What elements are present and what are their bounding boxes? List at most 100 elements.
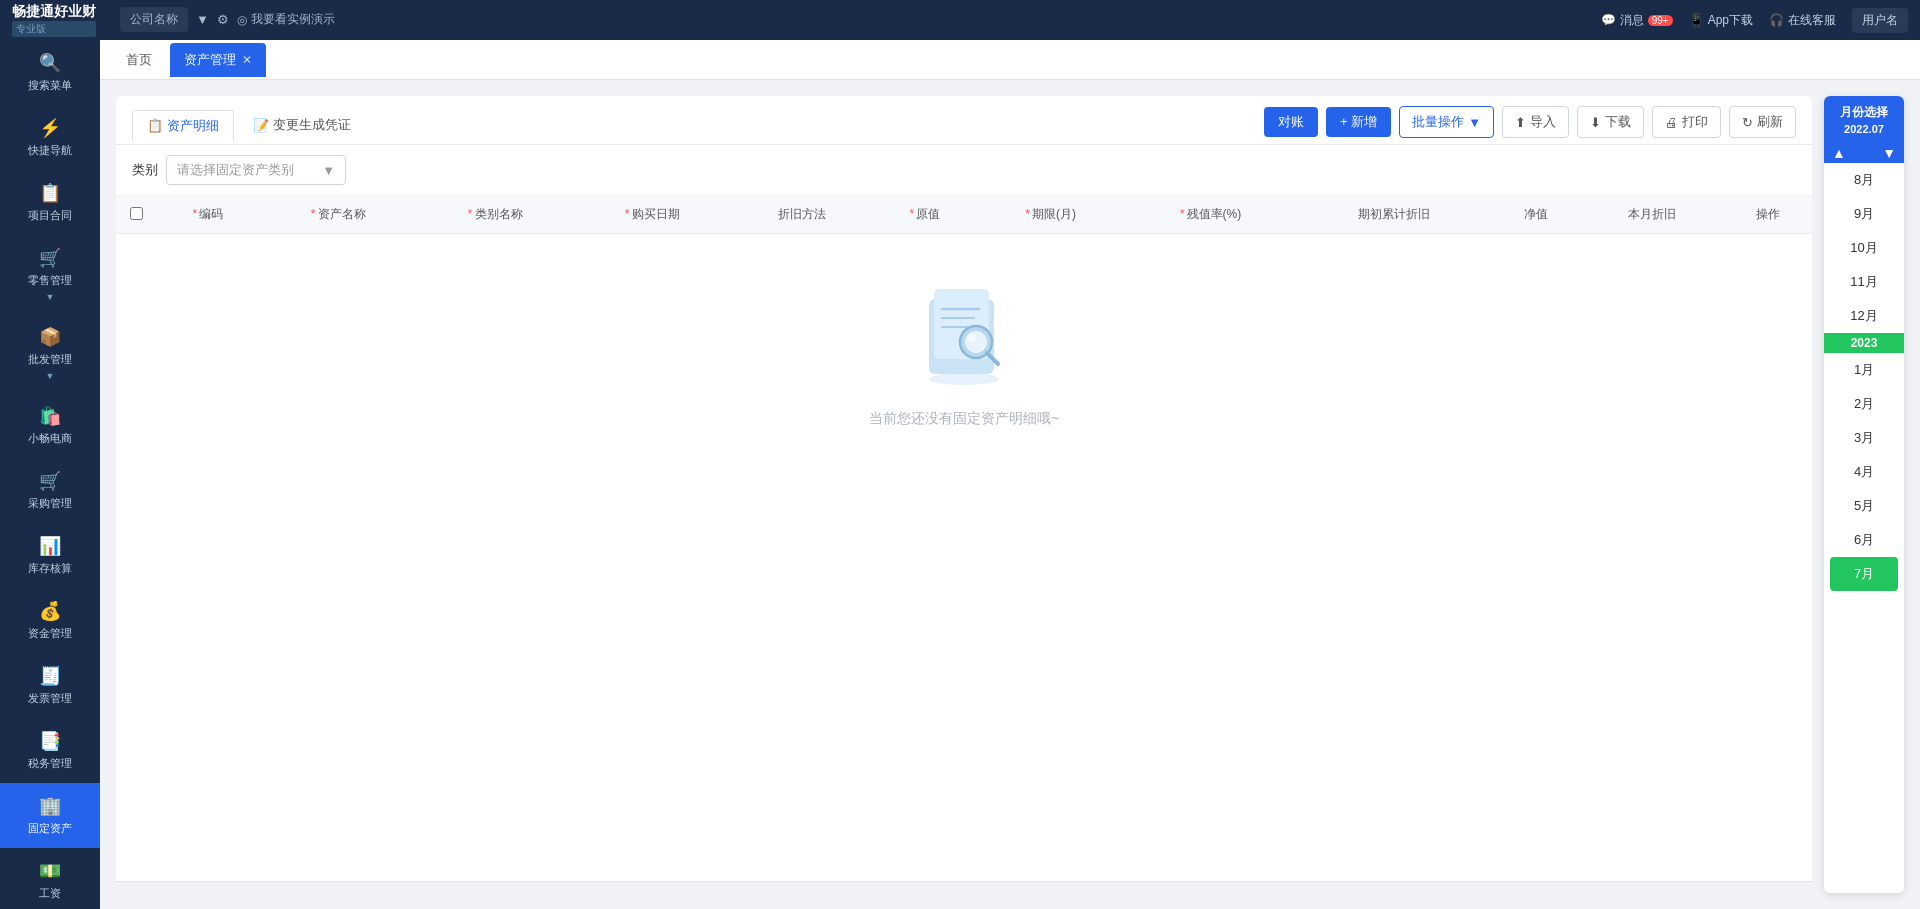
retail-icon: 🛒 [39,247,61,269]
batch-button[interactable]: 批量操作 ▼ [1399,106,1494,138]
change-voucher-icon: 📝 [253,118,269,133]
month-item[interactable]: 6月 [1824,523,1904,557]
top-bar-left: 畅捷通好业财 专业版 公司名称 ▼ ⚙ ◎ 我要看实例演示 [12,3,1591,38]
th-net-value: 净值 [1492,196,1581,234]
settings-icon[interactable]: ⚙ [217,12,229,27]
tab-bar: 首页 资产管理 ✕ [100,40,1920,80]
month-panel-nav: ▲ ▼ [1824,143,1904,163]
sidebar-item-finance[interactable]: 💰 资金管理 [0,588,100,653]
th-accumulated-depreciation: 期初累计折旧 [1297,196,1493,234]
empty-state: 当前您还没有固定资产明细哦~ [116,234,1812,468]
th-name: *资产名称 [260,196,417,234]
sidebar-item-payroll[interactable]: 💵 工资 [0,848,100,909]
svg-point-7 [965,331,987,353]
month-up-arrow[interactable]: ▲ [1832,145,1846,161]
th-purchase-date: *购买日期 [574,196,731,234]
month-item[interactable]: 7月 [1830,557,1898,591]
company-name[interactable]: 公司名称 [120,7,188,32]
top-bar: 畅捷通好业财 专业版 公司名称 ▼ ⚙ ◎ 我要看实例演示 💬 消息 99+ 📱… [0,0,1920,40]
empty-text: 当前您还没有固定资产明细哦~ [869,410,1059,428]
batch-dropdown-icon: ▼ [1468,115,1481,130]
th-operation: 操作 [1723,196,1812,234]
sidebar-item-ecommerce[interactable]: 🛍️ 小畅电商 [0,393,100,458]
sidebar-item-retail[interactable]: 🛒 零售管理 ▼ [0,235,100,314]
sidebar: 🔍 搜索菜单 ⚡ 快捷导航 📋 项目合同 🛒 零售管理 ▼ 📦 批发管理 ▼ 🛍… [0,40,100,909]
dropdown-icon[interactable]: ▼ [196,12,209,27]
th-monthly-depreciation: 本月折旧 [1581,196,1723,234]
retail-arrow: ▼ [46,292,55,302]
ecommerce-icon: 🛍️ [39,405,61,427]
user-info[interactable]: 用户名 [1852,8,1908,33]
tab-close-icon[interactable]: ✕ [242,53,252,67]
demo-button[interactable]: ◎ 我要看实例演示 [237,11,335,28]
sidebar-item-quick-nav[interactable]: ⚡ 快捷导航 [0,105,100,170]
sidebar-item-purchase[interactable]: 🛒 采购管理 [0,458,100,523]
sidebar-item-fixed-assets[interactable]: 🏢 固定资产 [0,783,100,848]
month-item[interactable]: 11月 [1824,265,1904,299]
table-wrap: *编码 *资产名称 *类别名称 *购买日期 [116,196,1812,881]
content-area: 首页 资产管理 ✕ 📋 资产明细 📝 变更生成凭证 [100,40,1920,909]
month-item[interactable]: 12月 [1824,299,1904,333]
sidebar-item-inventory[interactable]: 📊 库存核算 [0,523,100,588]
month-panel: 月份选择 2022.07 ▲ ▼ 8月9月10月11月12月20231月2月3月… [1824,96,1904,893]
month-down-arrow[interactable]: ▼ [1882,145,1896,161]
main-panel: 📋 资产明细 📝 变更生成凭证 对账 + 新增 批量操作 ▼ [116,96,1812,893]
app-download-button[interactable]: 📱 App下载 [1689,12,1753,29]
month-item[interactable]: 1月 [1824,353,1904,387]
sidebar-item-search[interactable]: 🔍 搜索菜单 [0,40,100,105]
online-service-button[interactable]: 🎧 在线客服 [1769,12,1836,29]
tab-home[interactable]: 首页 [112,43,166,77]
month-list: 8月9月10月11月12月20231月2月3月4月5月6月7月 [1824,163,1904,591]
sidebar-item-project[interactable]: 📋 项目合同 [0,170,100,235]
top-bar-right: 💬 消息 99+ 📱 App下载 🎧 在线客服 用户名 [1601,8,1908,33]
import-icon: ⬆ [1515,115,1526,130]
wholesale-icon: 📦 [39,326,61,348]
sub-tabs: 📋 资产明细 📝 变更生成凭证 对账 + 新增 批量操作 ▼ [116,96,1812,145]
fixed-assets-icon: 🏢 [39,795,61,817]
month-item[interactable]: 8月 [1824,163,1904,197]
import-button[interactable]: ⬆ 导入 [1502,106,1569,138]
reconcile-button[interactable]: 对账 [1264,107,1318,137]
wholesale-arrow: ▼ [46,371,55,381]
add-button[interactable]: + 新增 [1326,107,1391,137]
message-button[interactable]: 💬 消息 99+ [1601,12,1673,29]
asset-detail-icon: 📋 [147,118,163,133]
month-item[interactable]: 2月 [1824,387,1904,421]
filter-dropdown-icon: ▼ [322,163,335,178]
page-content: 📋 资产明细 📝 变更生成凭证 对账 + 新增 批量操作 ▼ [100,80,1920,909]
tax-icon: 📑 [39,730,61,752]
filter-label: 类别 [132,161,158,179]
th-depreciation-method: 折旧方法 [731,196,873,234]
sub-tab-asset-detail[interactable]: 📋 资产明细 [132,110,234,142]
month-item[interactable]: 3月 [1824,421,1904,455]
th-period: *期限(月) [977,196,1125,234]
payroll-icon: 💵 [39,860,61,882]
filter-left: 类别 请选择固定资产类别 ▼ [132,155,1796,185]
filter-select[interactable]: 请选择固定资产类别 ▼ [166,155,346,185]
print-button[interactable]: 🖨 打印 [1652,106,1721,138]
month-item[interactable]: 5月 [1824,489,1904,523]
finance-icon: 💰 [39,600,61,622]
svg-point-9 [968,334,976,342]
download-icon: ⬇ [1590,115,1601,130]
search-icon: 🔍 [39,52,61,74]
month-item[interactable]: 9月 [1824,197,1904,231]
th-residual-rate: *残值率(%) [1125,196,1297,234]
scroll-bar[interactable] [116,881,1812,893]
tab-asset-mgmt[interactable]: 资产管理 ✕ [170,43,266,77]
month-panel-header: 月份选择 2022.07 [1824,96,1904,143]
sub-tab-change-voucher[interactable]: 📝 变更生成凭证 [238,109,366,141]
quick-nav-icon: ⚡ [39,117,61,139]
sidebar-item-tax[interactable]: 📑 税务管理 [0,718,100,783]
message-badge: 99+ [1648,15,1673,26]
month-item[interactable]: 10月 [1824,231,1904,265]
refresh-button[interactable]: ↻ 刷新 [1729,106,1796,138]
select-all-checkbox[interactable] [130,207,143,220]
asset-table: *编码 *资产名称 *类别名称 *购买日期 [116,196,1812,234]
download-button[interactable]: ⬇ 下载 [1577,106,1644,138]
month-item[interactable]: 4月 [1824,455,1904,489]
sidebar-item-invoice[interactable]: 🧾 发票管理 [0,653,100,718]
th-code: *编码 [156,196,260,234]
sidebar-item-wholesale[interactable]: 📦 批发管理 ▼ [0,314,100,393]
main-layout: 🔍 搜索菜单 ⚡ 快捷导航 📋 项目合同 🛒 零售管理 ▼ 📦 批发管理 ▼ 🛍… [0,40,1920,909]
